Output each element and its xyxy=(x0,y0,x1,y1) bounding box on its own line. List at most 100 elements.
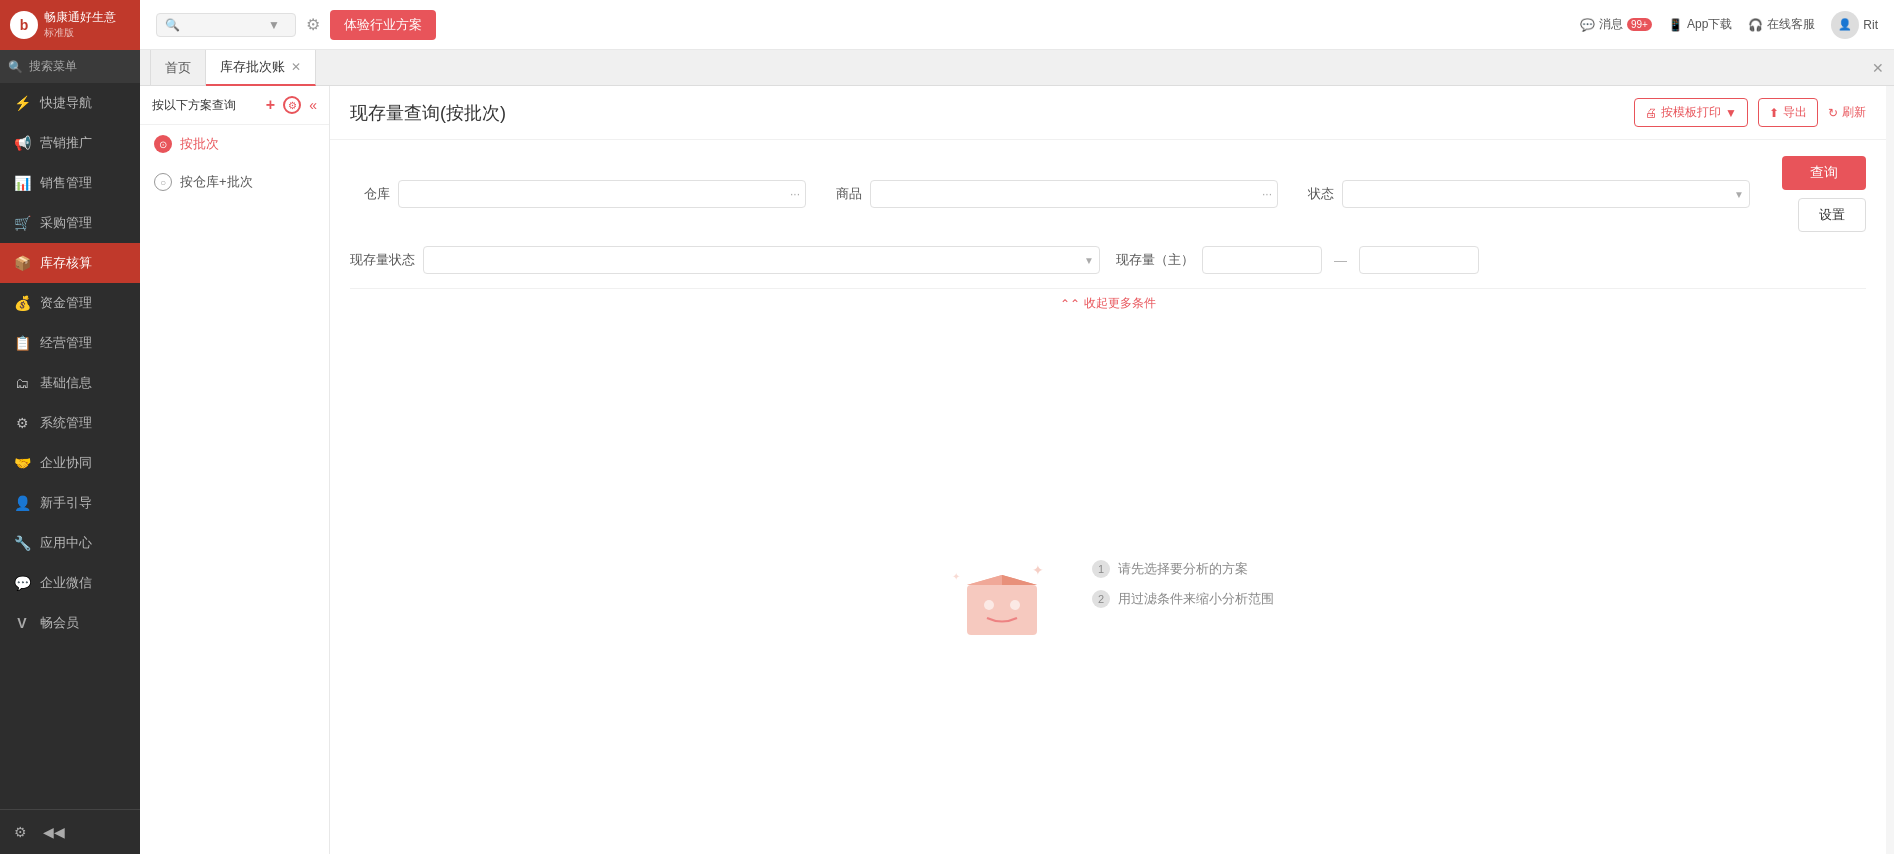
product-input[interactable] xyxy=(870,180,1278,208)
empty-illustration: ✦ ✦ xyxy=(942,530,1062,650)
stock-main-min-input[interactable] xyxy=(1202,246,1322,274)
topbar-user-button[interactable]: 👤 Rit xyxy=(1831,11,1878,39)
sidebar-nav: ⚡ 快捷导航 📢 营销推广 📊 销售管理 🛒 采购管理 📦 库存核算 💰 资金管… xyxy=(0,83,140,809)
filter-panel-title: 按以下方案查询 xyxy=(152,97,236,114)
filter-settings-button[interactable]: ⚙ xyxy=(283,96,301,114)
tab-close-icon[interactable]: ✕ xyxy=(291,60,301,74)
sidebar-item-marketing[interactable]: 📢 营销推广 xyxy=(0,123,140,163)
search-icon: 🔍 xyxy=(8,60,23,74)
sidebar-item-quicknav[interactable]: ⚡ 快捷导航 xyxy=(0,83,140,123)
collapse-label: 收起更多条件 xyxy=(1084,295,1156,312)
empty-hint-1: 1 请先选择要分析的方案 xyxy=(1092,560,1274,578)
sidebar-header: b 畅康通好生意 标准版 xyxy=(0,0,140,50)
filter-panel-header: 按以下方案查询 + ⚙ « xyxy=(140,86,329,125)
app-subtitle: 标准版 xyxy=(44,26,116,40)
sidebar-item-base[interactable]: 🗂 基础信息 xyxy=(0,363,140,403)
status-select[interactable]: 全部 正常 停用 xyxy=(1342,180,1750,208)
product-input-wrap: ··· xyxy=(870,180,1278,208)
sidebar-gear-button[interactable]: ⚙ xyxy=(10,820,31,844)
sidebar-item-enterprise[interactable]: 🤝 企业协同 xyxy=(0,443,140,483)
refresh-button[interactable]: ↻ 刷新 xyxy=(1828,104,1866,121)
sidebar-footer: ⚙ ◀◀ xyxy=(0,809,140,854)
filter-collapse-button[interactable]: « xyxy=(309,97,317,113)
filter-item-warehouse-icon: ○ xyxy=(154,173,172,191)
finance-icon: 💰 xyxy=(12,293,32,313)
close-icon: ✕ xyxy=(1872,60,1884,76)
filter-item-batch-icon: ⊙ xyxy=(154,135,172,153)
content-area: 按以下方案查询 + ⚙ « ⊙ 按批次 ○ 按仓库+批次 现存量查询(按批次) xyxy=(140,86,1894,854)
member-icon: V xyxy=(12,613,32,633)
collapse-more-button[interactable]: ⌃⌃ 收起更多条件 xyxy=(350,288,1866,318)
filter-panel: 按以下方案查询 + ⚙ « ⊙ 按批次 ○ 按仓库+批次 xyxy=(140,86,330,854)
filter-form: 仓库 ··· 商品 ··· 状态 xyxy=(330,140,1886,326)
export-button[interactable]: ⬆ 导出 xyxy=(1758,98,1818,127)
product-dots-button[interactable]: ··· xyxy=(1262,187,1272,201)
sidebar-search-label: 搜索菜单 xyxy=(29,58,77,75)
stock-status-select[interactable]: 全部 xyxy=(423,246,1100,274)
empty-hint-2: 2 用过滤条件来缩小分析范围 xyxy=(1092,590,1274,608)
sidebar-item-appstore[interactable]: 🔧 应用中心 xyxy=(0,523,140,563)
sidebar-item-purchase[interactable]: 🛒 采购管理 xyxy=(0,203,140,243)
filter-item-batch[interactable]: ⊙ 按批次 xyxy=(140,125,329,163)
purchase-icon: 🛒 xyxy=(12,213,32,233)
sidebar-item-inventory[interactable]: 📦 库存核算 xyxy=(0,243,140,283)
avatar: 👤 xyxy=(1831,11,1859,39)
user-name: Rit xyxy=(1863,18,1878,32)
topbar-search-input[interactable] xyxy=(184,18,264,32)
sidebar-item-label: 系统管理 xyxy=(40,414,92,432)
stock-main-max-input[interactable] xyxy=(1359,246,1479,274)
page-close-button[interactable]: ✕ xyxy=(1872,60,1884,76)
stock-main-dash: — xyxy=(1334,253,1347,268)
sidebar-collapse-button[interactable]: ◀◀ xyxy=(39,820,69,844)
sidebar-item-label: 基础信息 xyxy=(40,374,92,392)
status-select-wrap: 全部 正常 停用 ▼ xyxy=(1342,180,1750,208)
filter-add-button[interactable]: + xyxy=(266,96,275,114)
refresh-icon: ↻ xyxy=(1828,106,1838,120)
product-label: 商品 xyxy=(822,185,862,203)
sidebar-item-label: 应用中心 xyxy=(40,534,92,552)
print-dropdown-icon[interactable]: ▼ xyxy=(1725,106,1737,120)
sidebar-item-sales[interactable]: 📊 销售管理 xyxy=(0,163,140,203)
filter-item-warehouse-batch[interactable]: ○ 按仓库+批次 xyxy=(140,163,329,201)
sidebar-item-wechat[interactable]: 💬 企业微信 xyxy=(0,563,140,603)
sidebar-item-label: 快捷导航 xyxy=(40,94,92,112)
tab-home-label: 首页 xyxy=(165,59,191,77)
sidebar-item-operations[interactable]: 📋 经营管理 xyxy=(0,323,140,363)
sidebar: b 畅康通好生意 标准版 🔍 搜索菜单 ⚡ 快捷导航 📢 营销推广 📊 销售管理… xyxy=(0,0,140,854)
tab-home[interactable]: 首页 xyxy=(150,50,206,86)
warehouse-field: 仓库 ··· xyxy=(350,180,806,208)
svg-point-6 xyxy=(1010,600,1020,610)
sidebar-item-finance[interactable]: 💰 资金管理 xyxy=(0,283,140,323)
topbar-messages-button[interactable]: 💬 消息 99+ xyxy=(1580,16,1652,33)
operations-icon: 📋 xyxy=(12,333,32,353)
appdownload-icon: 📱 xyxy=(1668,18,1683,32)
sidebar-item-system[interactable]: ⚙ 系统管理 xyxy=(0,403,140,443)
sidebar-search-button[interactable]: 🔍 搜索菜单 xyxy=(0,50,140,83)
topbar-appdownload-button[interactable]: 📱 App下载 xyxy=(1668,16,1732,33)
warehouse-dots-button[interactable]: ··· xyxy=(790,187,800,201)
empty-state: ✦ ✦ 1 请先选择要分析的方案 2 用过滤条件来缩小分析范围 xyxy=(330,326,1886,854)
warehouse-input[interactable] xyxy=(398,180,806,208)
appstore-icon: 🔧 xyxy=(12,533,32,553)
experience-btn[interactable]: 体验行业方案 xyxy=(330,10,436,40)
tab-inventory-batch[interactable]: 库存批次账 ✕ xyxy=(206,50,316,86)
sidebar-item-label: 库存核算 xyxy=(40,254,92,272)
sidebar-item-label: 营销推广 xyxy=(40,134,92,152)
topbar-search-box[interactable]: 🔍 ▼ xyxy=(156,13,296,37)
sidebar-item-member[interactable]: V 畅会员 xyxy=(0,603,140,643)
settings-button[interactable]: 设置 xyxy=(1798,198,1866,232)
empty-svg: ✦ ✦ xyxy=(942,530,1062,650)
topbar-gear-button[interactable]: ⚙ xyxy=(306,15,320,34)
print-button[interactable]: 🖨 按模板打印 ▼ xyxy=(1634,98,1748,127)
topbar-service-button[interactable]: 🎧 在线客服 xyxy=(1748,16,1815,33)
stock-main-field: 现存量（主） — xyxy=(1116,246,1866,274)
sidebar-item-newbie[interactable]: 👤 新手引导 xyxy=(0,483,140,523)
system-icon: ⚙ xyxy=(12,413,32,433)
print-icon: 🖨 xyxy=(1645,106,1657,120)
topbar-dropdown-icon[interactable]: ▼ xyxy=(268,18,280,32)
messages-label: 消息 xyxy=(1599,16,1623,33)
query-button[interactable]: 查询 xyxy=(1782,156,1866,190)
filter-item-batch-label: 按批次 xyxy=(180,135,219,153)
base-icon: 🗂 xyxy=(12,373,32,393)
main-area: 🔍 ▼ ⚙ 体验行业方案 💬 消息 99+ 📱 App下载 🎧 在线客服 👤 xyxy=(140,0,1894,854)
